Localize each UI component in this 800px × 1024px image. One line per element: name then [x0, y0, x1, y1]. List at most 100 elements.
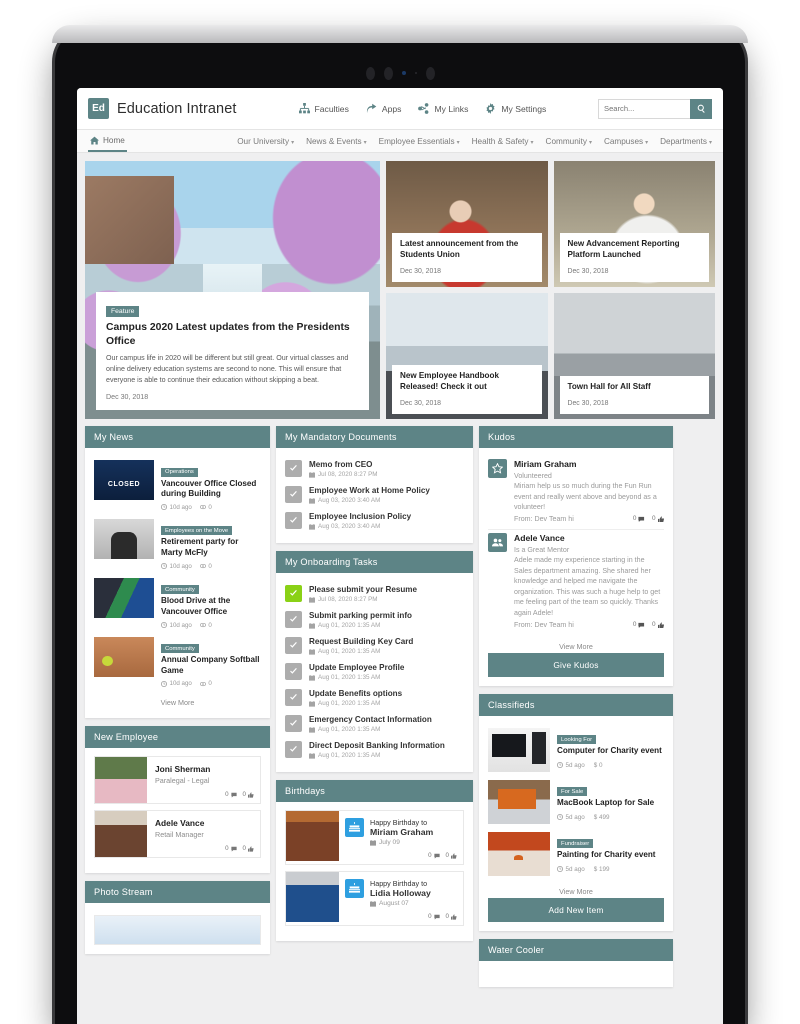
checkbox[interactable]: [285, 460, 302, 477]
list-item[interactable]: Fundraiser Painting for Charity event 5d…: [488, 828, 664, 880]
list-item[interactable]: Employees on the Move Retirement party f…: [94, 515, 261, 574]
document-title: Memo from CEO: [309, 460, 373, 469]
top-link-label: Apps: [381, 103, 402, 114]
list-item[interactable]: Looking For Computer for Charity event 5…: [488, 724, 664, 776]
top-link-my-settings[interactable]: My Settings: [485, 103, 546, 114]
checkbox[interactable]: [285, 637, 302, 654]
list-item[interactable]: Operations Vancouver Office Closed durin…: [94, 456, 261, 515]
nav-item-health-safety[interactable]: Health & Safety ▾: [472, 137, 534, 146]
add-new-item-button[interactable]: Add New Item: [488, 897, 664, 922]
list-item[interactable]: Adele Vance Retail Manager 0 0: [94, 810, 261, 859]
kudos-text: Adele made my experience starting in the…: [514, 555, 661, 618]
employee-name: Adele Vance: [155, 818, 205, 829]
like-count: 0: [445, 852, 449, 859]
checkbox[interactable]: [285, 689, 302, 706]
thumbs-up-icon: [657, 621, 664, 628]
photo-stream-thumbnail[interactable]: [94, 915, 261, 946]
news-thumbnail: [94, 518, 154, 559]
news-card-date: Dec 30, 2018: [567, 400, 609, 407]
list-item[interactable]: Happy Birthday to Miriam Graham July 09 0…: [285, 810, 464, 865]
comment-count: 0: [428, 852, 432, 859]
share-arrow-icon: [366, 103, 377, 113]
news-card[interactable]: Latest announcement from the Students Un…: [386, 161, 548, 287]
star-icon-badge: [488, 459, 507, 478]
view-more-link[interactable]: View More: [94, 691, 261, 709]
main-navigation-bar: Home Our University ▾ News & Events ▾ Empl…: [77, 130, 723, 153]
calendar-icon: [309, 497, 315, 504]
classified-age: 5d ago: [565, 865, 585, 873]
news-card[interactable]: New Advancement Reporting Platform Launc…: [553, 161, 715, 287]
top-link-faculties[interactable]: Faculties: [298, 103, 349, 114]
featured-article-card[interactable]: Feature Campus 2020 Latest updates from …: [85, 161, 380, 419]
panel-water-cooler: Water Cooler: [479, 938, 673, 987]
nav-item-news-events[interactable]: News & Events ▾: [306, 137, 367, 146]
list-item[interactable]: Request Building Key Card Aug 01, 2020 1…: [285, 633, 464, 659]
checkbox-completed[interactable]: [285, 585, 302, 602]
list-item[interactable]: Update Employee Profile Aug 01, 2020 1:3…: [285, 659, 464, 685]
list-item[interactable]: Please submit your Resume Jul 08, 2020 8…: [285, 581, 464, 607]
list-item[interactable]: For Sale MacBook Laptop for Sale 5d ago …: [488, 776, 664, 828]
list-item[interactable]: Update Benefits options Aug 01, 2020 1:3…: [285, 685, 464, 711]
classified-meta: 5d ago $ 499: [557, 814, 664, 821]
nav-item-employee-essentials[interactable]: Employee Essentials ▾: [379, 137, 460, 146]
list-item[interactable]: Emergency Contact Information Aug 01, 20…: [285, 711, 464, 737]
list-item[interactable]: Memo from CEO Jul 08, 2020 8:27 PM: [285, 456, 464, 482]
document-date: Jul 08, 2020 8:27 PM: [309, 471, 378, 478]
list-item[interactable]: Community Blood Drive at the Vancouver O…: [94, 574, 261, 633]
checkbox[interactable]: [285, 715, 302, 732]
panel-new-employee: New Employee Joni Sherman Paralegal - Le…: [85, 726, 270, 874]
nav-item-our-university[interactable]: Our University ▾: [237, 137, 294, 146]
list-item[interactable]: Employee Inclusion Policy Aug 03, 2020 3…: [285, 508, 464, 534]
checkbox[interactable]: [285, 741, 302, 758]
checkbox[interactable]: [285, 611, 302, 628]
brand-logo[interactable]: Ed Education Intranet: [88, 98, 237, 119]
task-title: Update Benefits options: [309, 689, 403, 698]
news-card-grid: Latest announcement from the Students Un…: [386, 161, 715, 419]
search-button[interactable]: [690, 98, 712, 119]
give-kudos-button[interactable]: Give Kudos: [488, 652, 664, 677]
tablet-device-frame: Ed Education Intranet Faculties Apps My …: [52, 25, 748, 1024]
nav-item-campuses[interactable]: Campuses ▾: [604, 137, 648, 146]
list-item[interactable]: Miriam Graham Volunteered Miriam help us…: [488, 456, 664, 530]
checkbox[interactable]: [285, 512, 302, 529]
news-title: Annual Company Softball Game: [161, 655, 260, 675]
top-link-my-links[interactable]: My Links: [418, 103, 468, 114]
news-title: Retirement party for Marty McFly: [161, 537, 239, 558]
list-item[interactable]: Employee Work at Home Policy Aug 03, 202…: [285, 482, 464, 508]
nav-item-home[interactable]: Home: [88, 130, 127, 152]
nav-dropdown-items: Our University ▾ News & Events ▾ Employee …: [237, 137, 712, 146]
category-tag: Community: [161, 585, 199, 595]
news-card-title: Town Hall for All Staff: [567, 382, 651, 392]
list-item[interactable]: Happy Birthday to Lidia Holloway August 0…: [285, 871, 464, 926]
users-icon: [492, 538, 503, 547]
clock-icon: [161, 563, 167, 570]
news-meta: 10d ago 0: [161, 622, 261, 629]
thumbs-up-icon: [248, 792, 254, 798]
document-date: Aug 03, 2020 3:40 AM: [309, 497, 430, 504]
panel-body: [479, 961, 673, 987]
news-card-date: Dec 30, 2018: [400, 400, 441, 407]
list-item[interactable]: Community Annual Company Softball Game 1…: [94, 633, 261, 692]
top-header-bar: Ed Education Intranet Faculties Apps My …: [77, 88, 723, 130]
news-card[interactable]: Town Hall for All Staff Dec 30, 2018: [553, 293, 715, 419]
nav-item-departments[interactable]: Departments ▾: [660, 137, 712, 146]
classified-thumbnail: [488, 779, 550, 824]
nav-item-community[interactable]: Community ▾: [546, 137, 592, 146]
list-item[interactable]: Joni Sherman Paralegal - Legal 0 0: [94, 756, 261, 805]
panel-kudos: Kudos Miriam Graham Volunteered Miriam h…: [479, 426, 673, 686]
list-item[interactable]: Adele Vance Is a Great Mentor Adele made…: [488, 530, 664, 635]
list-item[interactable]: Submit parking permit info Aug 01, 2020 …: [285, 607, 464, 633]
classified-age: 5d ago: [565, 761, 585, 769]
view-more-link[interactable]: View More: [488, 880, 664, 898]
panel-body: Operations Vancouver Office Closed durin…: [85, 448, 270, 718]
checkbox[interactable]: [285, 486, 302, 503]
view-more-link[interactable]: View More: [488, 635, 664, 653]
panel-title: My News: [85, 426, 270, 448]
checkbox[interactable]: [285, 663, 302, 680]
news-card[interactable]: New Employee Handbook Released! Check it…: [386, 293, 548, 419]
list-item[interactable]: Direct Deposit Banking Information Aug 0…: [285, 737, 464, 763]
classified-thumbnail: [488, 831, 550, 876]
comment-icon: [230, 846, 237, 852]
search-input[interactable]: [598, 98, 690, 119]
top-link-apps[interactable]: Apps: [366, 103, 402, 114]
